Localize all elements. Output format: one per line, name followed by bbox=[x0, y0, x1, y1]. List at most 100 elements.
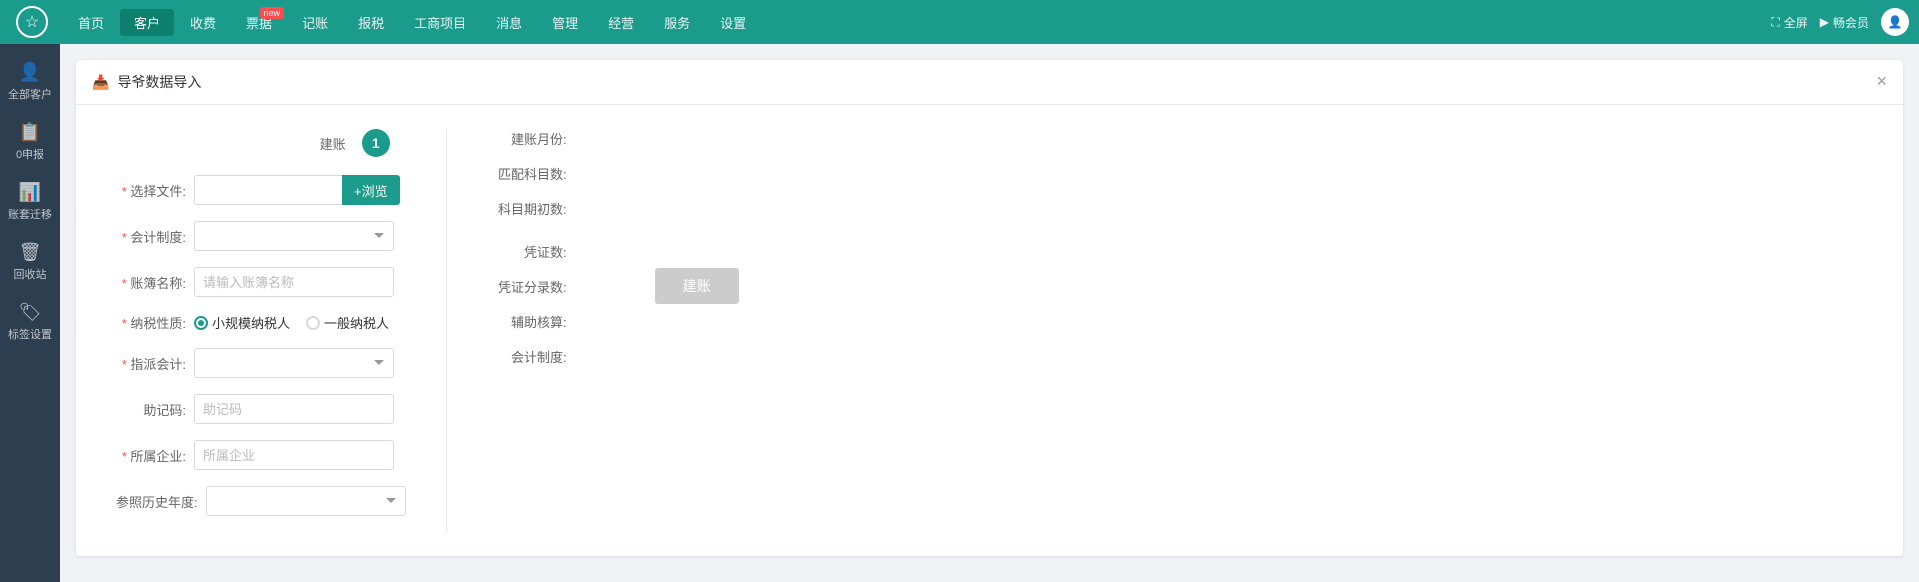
sidebar-item-tag-settings[interactable]: 🏷 标签设置 bbox=[0, 294, 60, 350]
step-circle: 1 bbox=[362, 129, 390, 157]
file-text-input[interactable] bbox=[194, 175, 342, 205]
step-label: 建账 bbox=[320, 134, 346, 153]
accounting-system-label: 会计制度: bbox=[116, 227, 186, 246]
right-accounting-system-row: 会计制度: bbox=[487, 347, 575, 366]
tax-type-small[interactable]: 小规模纳税人 bbox=[194, 313, 290, 332]
sidebar-item-declaration[interactable]: 📋 0申报 bbox=[0, 114, 60, 170]
subject-initial-row: 科目期初数: bbox=[487, 199, 739, 218]
accountant-label: 指派会计: bbox=[116, 354, 186, 373]
aux-accounting-row: 辅助核算: bbox=[487, 312, 575, 331]
sidebar-item-recycle[interactable]: 🗑 回收站 bbox=[0, 234, 60, 290]
fullscreen-icon: ⛶ bbox=[1771, 15, 1779, 30]
vip-icon: ▶ bbox=[1820, 15, 1829, 29]
import-dialog: 📥 导爷数据导入 × 建账 1 选择文件 bbox=[76, 60, 1903, 556]
reference-year-select[interactable] bbox=[206, 486, 406, 516]
reference-year-row: 参照历史年度: bbox=[116, 486, 406, 516]
voucher-count-row: 凭证数: bbox=[487, 242, 575, 261]
sidebar-item-account-migrate[interactable]: 📊 账套迁移 bbox=[0, 174, 60, 230]
company-label: 所属企业: bbox=[116, 446, 186, 465]
accountant-select[interactable] bbox=[194, 348, 394, 378]
accounting-system-row: 会计制度: bbox=[116, 221, 406, 251]
radio-general-label: 一般纳税人 bbox=[324, 313, 389, 332]
dialog-header: 📥 导爷数据导入 × bbox=[76, 60, 1903, 105]
radio-small-label: 小规模纳税人 bbox=[212, 313, 290, 332]
sidebar: 👤 全部客户 📋 0申报 📊 账套迁移 🗑 回收站 🏷 标签设置 bbox=[0, 44, 60, 582]
match-subjects-label: 匹配科目数: bbox=[487, 164, 567, 183]
file-select-label: 选择文件: bbox=[116, 181, 186, 200]
nav-fee[interactable]: 收费 bbox=[176, 9, 230, 36]
match-subjects-row: 匹配科目数: bbox=[487, 164, 739, 183]
content-area: 📥 导爷数据导入 × 建账 1 选择文件 bbox=[60, 44, 1919, 582]
radio-small-dot bbox=[194, 316, 208, 330]
build-month-label: 建账月份: bbox=[487, 129, 567, 148]
nav-client[interactable]: 客户 bbox=[120, 9, 174, 36]
app-logo[interactable]: ☆ bbox=[10, 0, 54, 44]
file-select-row: 选择文件: +浏览 bbox=[116, 175, 406, 205]
top-nav: ☆ 首页 客户 收费 票据 new 记账 报税 工商项目 消息 管理 经营 服务… bbox=[0, 0, 1919, 44]
nav-manage[interactable]: 管理 bbox=[538, 9, 592, 36]
recycle-label: 回收站 bbox=[14, 266, 47, 282]
invoice-badge: new bbox=[260, 7, 285, 19]
voucher-entry-label: 凭证分录数: bbox=[487, 277, 567, 296]
ledger-name-input[interactable] bbox=[194, 267, 394, 297]
user-avatar[interactable]: 👤 bbox=[1881, 8, 1909, 36]
tax-type-general[interactable]: 一般纳税人 bbox=[306, 313, 389, 332]
nav-message[interactable]: 消息 bbox=[482, 9, 536, 36]
memo-code-input[interactable] bbox=[194, 394, 394, 424]
nav-items: 首页 客户 收费 票据 new 记账 报税 工商项目 消息 管理 经营 服务 设… bbox=[64, 9, 1771, 36]
all-clients-label: 全部客户 bbox=[8, 86, 52, 102]
account-migrate-label: 账套迁移 bbox=[8, 206, 52, 222]
dialog-body: 建账 1 选择文件: +浏览 会计制度: bbox=[76, 105, 1903, 556]
vip-label: 畅会员 bbox=[1833, 14, 1869, 31]
reference-year-label: 参照历史年度: bbox=[116, 492, 198, 511]
nav-home[interactable]: 首页 bbox=[64, 9, 118, 36]
declaration-label: 0申报 bbox=[16, 146, 44, 162]
nav-service[interactable]: 服务 bbox=[650, 9, 704, 36]
fullscreen-label: 全屏 bbox=[1784, 14, 1808, 31]
all-clients-icon: 👤 bbox=[19, 62, 41, 83]
account-migrate-icon: 📊 bbox=[19, 182, 41, 203]
tag-settings-label: 标签设置 bbox=[8, 326, 52, 342]
nav-tax[interactable]: 报税 bbox=[344, 9, 398, 36]
nav-invoice[interactable]: 票据 new bbox=[232, 9, 286, 36]
radio-small-inner bbox=[198, 320, 204, 326]
ledger-name-row: 账簿名称: bbox=[116, 267, 406, 297]
avatar-icon: 👤 bbox=[1888, 15, 1903, 29]
tax-type-label: 纳税性质: bbox=[116, 313, 186, 332]
ledger-name-label: 账簿名称: bbox=[116, 273, 186, 292]
company-input[interactable] bbox=[194, 440, 394, 470]
nav-ledger[interactable]: 记账 bbox=[288, 9, 342, 36]
tax-type-row: 纳税性质: 小规模纳税人 一般纳税人 bbox=[116, 313, 406, 332]
right-panel: 建账月份: 匹配科目数: 科目期初数: bbox=[446, 129, 739, 532]
logo-icon: ☆ bbox=[16, 6, 48, 38]
subject-initial-label: 科目期初数: bbox=[487, 199, 567, 218]
nav-operation[interactable]: 经营 bbox=[594, 9, 648, 36]
file-input-group: +浏览 bbox=[194, 175, 400, 205]
recycle-icon: 🗑 bbox=[19, 242, 42, 263]
nav-settings[interactable]: 设置 bbox=[706, 9, 760, 36]
vip-btn[interactable]: ▶ 畅会员 bbox=[1820, 14, 1869, 31]
radio-general-dot bbox=[306, 316, 320, 330]
build-account-button[interactable]: 建账 bbox=[655, 268, 739, 304]
voucher-count-label: 凭证数: bbox=[487, 242, 567, 261]
right-accounting-system-label: 会计制度: bbox=[487, 347, 567, 366]
sidebar-item-all-clients[interactable]: 👤 全部客户 bbox=[0, 54, 60, 110]
nav-right: ⛶ 全屏 ▶ 畅会员 👤 bbox=[1771, 8, 1909, 36]
build-month-row: 建账月份: bbox=[487, 129, 739, 148]
company-row: 所属企业: bbox=[116, 440, 406, 470]
main-layout: 👤 全部客户 📋 0申报 📊 账套迁移 🗑 回收站 🏷 标签设置 📥 导爷数据导… bbox=[0, 44, 1919, 582]
accountant-row: 指派会计: bbox=[116, 348, 406, 378]
declaration-icon: 📋 bbox=[19, 122, 41, 143]
fullscreen-btn[interactable]: ⛶ 全屏 bbox=[1771, 14, 1807, 31]
tag-settings-icon: 🏷 bbox=[19, 302, 42, 323]
memo-code-label: 助记码: bbox=[116, 400, 186, 419]
close-button[interactable]: × bbox=[1876, 72, 1887, 90]
dialog-title-icon: 📥 bbox=[92, 74, 109, 91]
voucher-entry-row: 凭证分录数: bbox=[487, 277, 575, 296]
memo-code-row: 助记码: bbox=[116, 394, 406, 424]
dialog-title: 导爷数据导入 bbox=[117, 72, 201, 92]
aux-accounting-label: 辅助核算: bbox=[487, 312, 567, 331]
browse-button[interactable]: +浏览 bbox=[342, 175, 400, 205]
accounting-system-select[interactable] bbox=[194, 221, 394, 251]
nav-industry[interactable]: 工商项目 bbox=[400, 9, 480, 36]
